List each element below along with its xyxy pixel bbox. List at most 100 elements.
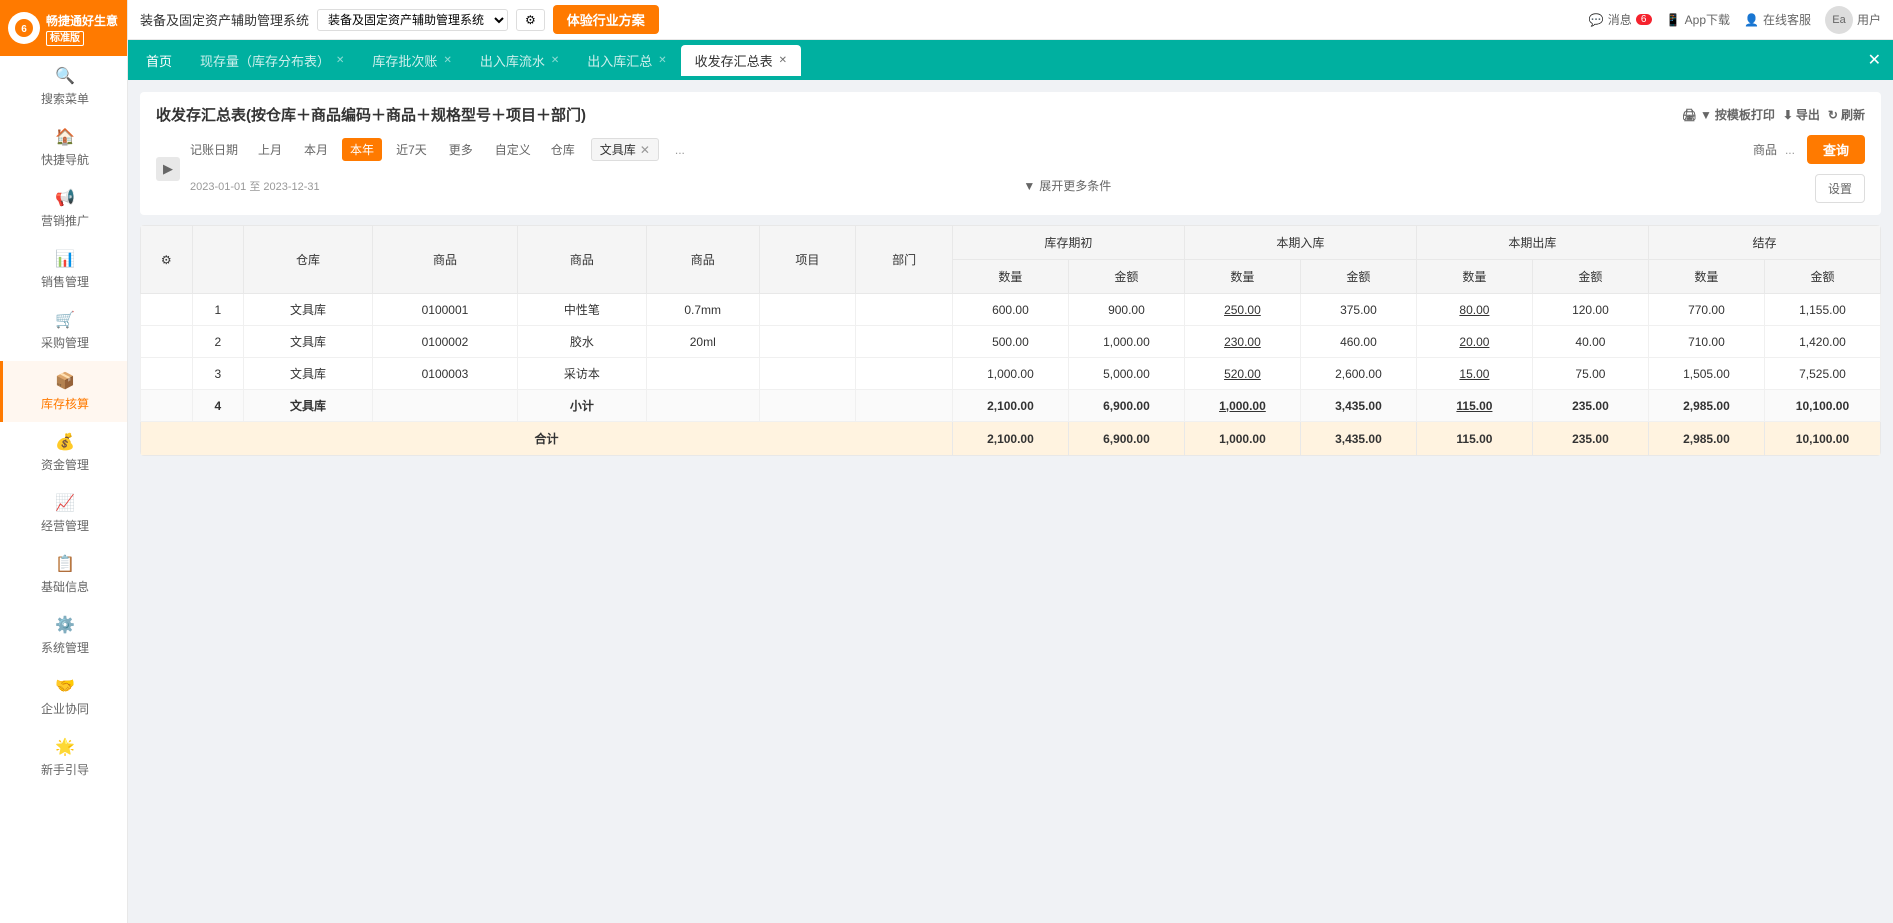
tab-inout-close[interactable]: ✕ (658, 55, 666, 66)
table-body: 1 文具库 0100001 中性笔 0.7mm 600.00 900.00 25… (141, 294, 1881, 422)
row-code: 0100001 (372, 294, 517, 326)
row-warehouse: 文具库 (244, 326, 373, 358)
export-button[interactable]: ⬇ 导出 (1783, 106, 1820, 123)
date-btn-this-month[interactable]: 本月 (296, 138, 336, 161)
row-settings (141, 358, 193, 390)
goods-more[interactable]: ... (1785, 143, 1795, 157)
sidebar-item-operations[interactable]: 📈 经营管理 (0, 483, 127, 544)
row-in-qty[interactable]: 520.00 (1184, 358, 1300, 390)
sidebar-item-corp[interactable]: 🤝 企业协同 (0, 666, 127, 727)
sidebar-item-purchase[interactable]: 🛒 采购管理 (0, 300, 127, 361)
sidebar-item-quicknav[interactable]: 🏠 快捷导航 (0, 117, 127, 178)
subtotal-dept (856, 390, 953, 422)
tab-inout-summary[interactable]: 出入库汇总 ✕ (573, 45, 680, 76)
goods-filter: 商品 ... (1753, 141, 1795, 158)
date-btn-7days[interactable]: 近7天 (388, 138, 435, 161)
footer-out-qty: 115.00 (1416, 422, 1532, 456)
date-btn-custom[interactable]: 自定义 (487, 138, 539, 161)
tab-flow-close[interactable]: ✕ (551, 55, 559, 66)
row-out-amt: 75.00 (1532, 358, 1648, 390)
sidebar-logo: 6 畅捷通好生意 标准版 (0, 0, 127, 56)
footer-closing-qty: 2,985.00 (1648, 422, 1764, 456)
online-service-button[interactable]: 👤 在线客服 (1744, 11, 1811, 28)
warehouse-tag-remove[interactable]: ✕ (640, 143, 650, 157)
th-settings[interactable]: ⚙ (141, 226, 193, 294)
row-closing-qty: 710.00 (1648, 326, 1764, 358)
table-row: 3 文具库 0100003 采访本 1,000.00 5,000.00 520.… (141, 358, 1881, 390)
tab-batch-close[interactable]: ✕ (443, 55, 451, 66)
date-btn-this-year[interactable]: 本年 (342, 138, 382, 161)
row-warehouse: 文具库 (244, 358, 373, 390)
finance-icon: 💰 (55, 432, 75, 452)
tab-flow-label: 出入库流水 (480, 51, 545, 70)
sidebar-item-system[interactable]: ⚙️ 系统管理 (0, 605, 127, 666)
row-out-qty[interactable]: 15.00 (1416, 358, 1532, 390)
th-in-qty: 数量 (1184, 260, 1300, 294)
subtotal-warehouse: 文具库 (244, 390, 373, 422)
tab-stock-close[interactable]: ✕ (779, 55, 787, 66)
topbar-settings-button[interactable]: ⚙ (516, 9, 545, 31)
operations-icon: 📈 (55, 493, 75, 513)
guide-icon: 🌟 (55, 737, 75, 757)
row-no: 3 (192, 358, 244, 390)
row-code: 0100003 (372, 358, 517, 390)
footer-closing-amt: 10,100.00 (1764, 422, 1880, 456)
row-out-amt: 120.00 (1532, 294, 1648, 326)
tab-flow[interactable]: 出入库流水 ✕ (466, 45, 573, 76)
sidebar-item-basic[interactable]: 📋 基础信息 (0, 544, 127, 605)
refresh-button[interactable]: ↻ 刷新 (1828, 106, 1865, 123)
expand-filter-button[interactable]: ▼ 展开更多条件 (1023, 177, 1111, 194)
print-button[interactable]: 🖨 ▼ 按模板打印 (1682, 106, 1775, 123)
system-select[interactable]: 装备及固定资产辅助管理系统 (317, 9, 508, 31)
row-warehouse: 文具库 (244, 294, 373, 326)
row-in-qty[interactable]: 230.00 (1184, 326, 1300, 358)
row-closing-qty: 770.00 (1648, 294, 1764, 326)
sidebar-item-marketing[interactable]: 📢 营销推广 (0, 178, 127, 239)
warehouse-more[interactable]: ... (675, 143, 685, 157)
row-in-qty[interactable]: 250.00 (1184, 294, 1300, 326)
tab-inventory-close[interactable]: ✕ (336, 55, 344, 66)
row-out-qty[interactable]: 80.00 (1416, 294, 1532, 326)
sidebar-item-sales[interactable]: 📊 销售管理 (0, 239, 127, 300)
settings-button[interactable]: 设置 (1815, 174, 1865, 203)
footer-in-amt: 3,435.00 (1300, 422, 1416, 456)
sidebar-item-inventory[interactable]: 📦 库存核算 (0, 361, 127, 422)
th-spec: 商品 (646, 226, 759, 294)
query-button[interactable]: 查询 (1807, 135, 1865, 164)
row-no: 1 (192, 294, 244, 326)
system-title: 装备及固定资产辅助管理系统 (140, 10, 309, 29)
row-dept (856, 294, 953, 326)
print-label: 按模板打印 (1715, 106, 1775, 123)
user-menu[interactable]: Ea 用户 (1825, 6, 1881, 34)
date-btn-last-month[interactable]: 上月 (250, 138, 290, 161)
tab-batch[interactable]: 库存批次账 ✕ (358, 45, 465, 76)
filter-toggle-arrow[interactable]: ▶ (156, 157, 180, 181)
topbar-right: 💬 消息 6 📱 App下载 👤 在线客服 Ea 用户 (1589, 6, 1881, 34)
try-solution-button[interactable]: 体验行业方案 (553, 5, 659, 34)
footer-opening-qty: 2,100.00 (952, 422, 1068, 456)
th-dept: 部门 (856, 226, 953, 294)
row-in-amt: 460.00 (1300, 326, 1416, 358)
corp-icon: 🤝 (55, 676, 75, 696)
date-btn-more[interactable]: 更多 (441, 138, 481, 161)
message-icon: 💬 (1589, 13, 1604, 27)
subtotal-opening-qty: 2,100.00 (952, 390, 1068, 422)
row-out-qty[interactable]: 20.00 (1416, 326, 1532, 358)
service-icon: 👤 (1744, 13, 1759, 27)
filter-row-1: 记账日期 上月 本月 本年 近7天 更多 自定义 仓库 文具库 (190, 135, 1865, 164)
tab-stock-summary[interactable]: 收发存汇总表 ✕ (681, 45, 801, 76)
app-download-button[interactable]: 📱 App下载 (1666, 11, 1730, 28)
sidebar-item-search[interactable]: 🔍 搜索菜单 (0, 56, 127, 117)
tabbar-close-button[interactable]: ✕ (1860, 50, 1889, 70)
row-dept (856, 326, 953, 358)
app-download-label: App下载 (1685, 11, 1730, 28)
warehouse-tag-text: 文具库 (600, 141, 636, 158)
row-settings (141, 326, 193, 358)
sidebar-item-purchase-label: 采购管理 (41, 334, 89, 351)
tab-inventory[interactable]: 现存量（库存分布表） ✕ (186, 45, 358, 76)
sidebar-item-guide[interactable]: 🌟 新手引导 (0, 727, 127, 788)
message-button[interactable]: 💬 消息 6 (1589, 11, 1652, 28)
tab-home[interactable]: 首页 (132, 45, 186, 76)
sidebar-item-finance[interactable]: 💰 资金管理 (0, 422, 127, 483)
expand-icon: ▼ (1023, 179, 1035, 193)
